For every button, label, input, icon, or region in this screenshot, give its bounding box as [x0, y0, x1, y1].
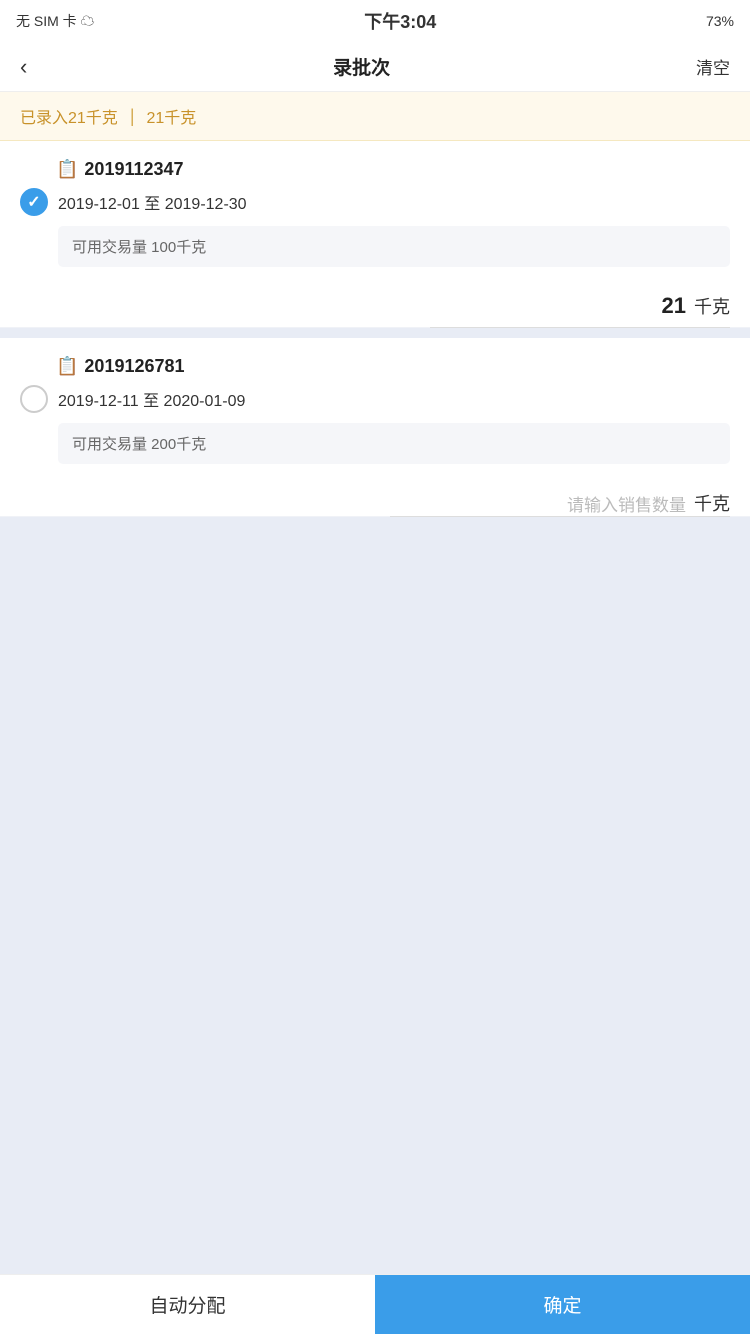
summary-total: 21千克 [147, 104, 197, 128]
batch1-available: 可用交易量 100千克 [58, 226, 730, 267]
batch1-amount-unit: 千克 [694, 293, 730, 319]
batch2-radio[interactable] [20, 385, 48, 413]
batch2-input-placeholder: 请输入销售数量 [567, 491, 686, 516]
batch2-id-row: 📋 2019126781 [20, 356, 730, 377]
summary-divider: | [130, 106, 135, 127]
content-area: 📋 2019112347 2019-12-01 至 2019-12-30 可用交… [0, 141, 750, 1334]
batch-card-2: 📋 2019126781 2019-12-11 至 2020-01-09 可用交… [0, 338, 750, 478]
nav-bar: ‹ 录批次 清空 [0, 42, 750, 92]
batch1-icon: 📋 [56, 159, 78, 180]
confirm-button[interactable]: 确定 [375, 1275, 750, 1334]
status-right: 73% [706, 13, 734, 29]
status-bar: 无 SIM 卡 ☁ 下午3:04 73% [0, 0, 750, 42]
back-button[interactable]: ‹ [20, 54, 27, 80]
batch2-input-row: 请输入销售数量 千克 [0, 478, 750, 516]
clear-button[interactable]: 清空 [696, 54, 730, 79]
footer-bar: 自动分配 确定 [0, 1274, 750, 1334]
batch1-date-row[interactable]: 2019-12-01 至 2019-12-30 [20, 188, 730, 216]
no-sim-text: 无 SIM 卡 ☁ [16, 11, 95, 31]
separator [0, 328, 750, 338]
recorded-label: 已录入21千克 [20, 104, 118, 128]
batch1-id-row: 📋 2019112347 [20, 159, 730, 180]
batch1-amount-value: 21 [662, 293, 686, 319]
status-time: 下午3:04 [364, 8, 436, 34]
batch1-radio[interactable] [20, 188, 48, 216]
batch1-amount-row: 21 千克 [0, 281, 750, 327]
page-title: 录批次 [333, 53, 390, 80]
batch1-date: 2019-12-01 至 2019-12-30 [58, 190, 247, 214]
batch2-icon: 📋 [56, 356, 78, 377]
gray-fill [0, 517, 750, 1274]
batch2-input-unit: 千克 [694, 490, 730, 516]
batch2-date: 2019-12-11 至 2020-01-09 [58, 387, 245, 411]
batch-card-1: 📋 2019112347 2019-12-01 至 2019-12-30 可用交… [0, 141, 750, 281]
batch2-date-row[interactable]: 2019-12-11 至 2020-01-09 [20, 385, 730, 413]
status-left: 无 SIM 卡 ☁ [16, 11, 95, 31]
auto-distribute-button[interactable]: 自动分配 [0, 1275, 375, 1334]
batch2-id: 2019126781 [84, 356, 184, 377]
battery-text: 73% [706, 13, 734, 29]
batch1-id: 2019112347 [84, 159, 183, 180]
summary-bar: 已录入21千克 | 21千克 [0, 92, 750, 141]
batch2-available: 可用交易量 200千克 [58, 423, 730, 464]
